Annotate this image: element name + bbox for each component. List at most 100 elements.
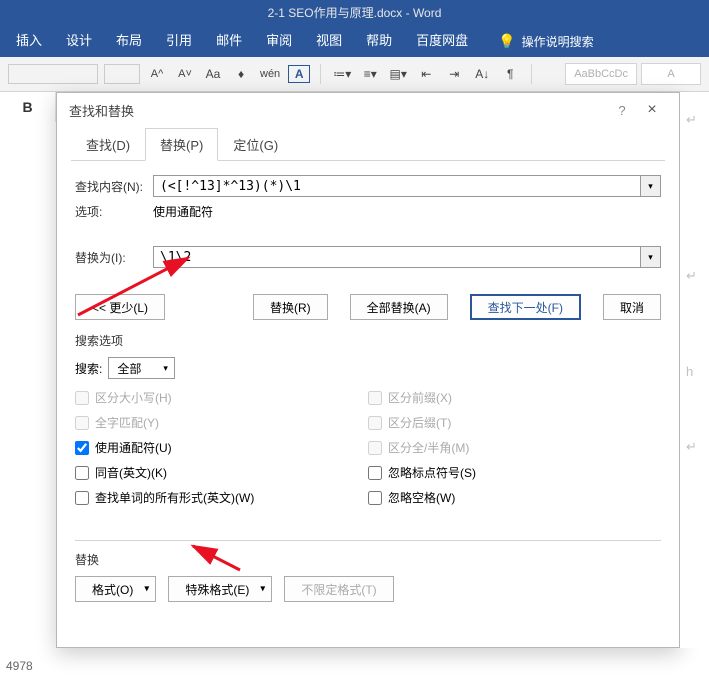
search-direction-row: 搜索: 全部 ▾ (75, 357, 661, 379)
tab-goto[interactable]: 定位(G) (218, 128, 293, 161)
tab-find[interactable]: 查找(D) (71, 128, 145, 161)
checkbox (75, 391, 89, 405)
paragraph-marks-icon[interactable]: ¶ (499, 63, 521, 85)
dialog-help-button[interactable]: ? (607, 103, 637, 118)
format-buttons: 格式(O) 特殊格式(E) 不限定格式(T) (75, 576, 661, 602)
style-box[interactable]: AaBbCcDc (565, 63, 637, 85)
checkbox[interactable] (75, 491, 89, 505)
sort-icon[interactable]: A↓ (471, 63, 493, 85)
check-col-right: 区分前缀(X) 区分后缀(T) 区分全/半角(M) 忽略标点符号(S) 忽略空格… (368, 389, 661, 506)
checkbox-label: 区分后缀(T) (388, 414, 451, 431)
find-next-button[interactable]: 查找下一处(F) (470, 294, 581, 320)
replace-section-label: 替换 (75, 551, 661, 568)
ribbon-tab-help[interactable]: 帮助 (354, 25, 404, 57)
paragraph-mark-icon: ↵ (686, 268, 709, 284)
option-label: 选项: (75, 203, 153, 220)
tell-me-search[interactable]: 💡 操作说明搜索 (488, 33, 603, 50)
replace-input[interactable] (153, 246, 641, 268)
checkbox-label: 查找单词的所有形式(英文)(W) (95, 489, 254, 506)
replace-all-button[interactable]: 全部替换(A) (350, 294, 448, 320)
ribbon-tab-insert[interactable]: 插入 (4, 25, 54, 57)
find-row: 查找内容(N): ▾ (75, 175, 661, 197)
tab-replace[interactable]: 替换(P) (145, 128, 218, 161)
check-columns: 区分大小写(H) 全字匹配(Y) 使用通配符(U) 同音(英文)(K) 查找单词… (75, 389, 661, 506)
find-label: 查找内容(N): (75, 178, 153, 195)
check-ignore-space[interactable]: 忽略空格(W) (368, 489, 661, 506)
separator (320, 64, 321, 84)
font-box[interactable] (8, 64, 98, 84)
dialog-titlebar[interactable]: 查找和替换 ? × (57, 93, 679, 127)
find-input[interactable] (153, 175, 641, 197)
checkbox (75, 416, 89, 430)
document-background: ↵ ↵ h ↵ (680, 92, 709, 648)
bold-button[interactable]: B (0, 92, 56, 122)
find-dropdown-button[interactable]: ▾ (641, 175, 661, 197)
checkbox-label: 区分前缀(X) (388, 389, 452, 406)
check-col-left: 区分大小写(H) 全字匹配(Y) 使用通配符(U) 同音(英文)(K) 查找单词… (75, 389, 368, 506)
check-all-word-forms[interactable]: 查找单词的所有形式(英文)(W) (75, 489, 368, 506)
checkbox[interactable] (75, 441, 89, 455)
shrink-font-icon[interactable]: A˅ (174, 63, 196, 85)
no-format-button: 不限定格式(T) (284, 576, 393, 602)
font-size-box[interactable] (104, 64, 140, 84)
checkbox-label: 使用通配符(U) (95, 439, 172, 456)
option-value: 使用通配符 (153, 203, 213, 220)
ribbon-tab-references[interactable]: 引用 (154, 25, 204, 57)
multilevel-icon[interactable]: ▤▾ (387, 63, 409, 85)
checkbox (368, 416, 382, 430)
search-direction-select[interactable]: 全部 ▾ (108, 357, 175, 379)
style-box[interactable]: A (641, 63, 701, 85)
checkbox-label: 区分全/半角(M) (388, 439, 469, 456)
check-match-case: 区分大小写(H) (75, 389, 368, 406)
ribbon-tab-mail[interactable]: 邮件 (204, 25, 254, 57)
dialog-body: 查找内容(N): ▾ 选项: 使用通配符 替换为(I): ▾ << 更少(L) … (57, 161, 679, 606)
ribbon-tab-review[interactable]: 审阅 (254, 25, 304, 57)
character-border-icon[interactable]: A (288, 65, 310, 83)
dialog-title-label: 查找和替换 (69, 101, 134, 120)
grow-font-icon[interactable]: A^ (146, 63, 168, 85)
ribbon-tab-baidu[interactable]: 百度网盘 (404, 25, 480, 57)
separator (531, 64, 532, 84)
doc-text: h (686, 364, 709, 379)
checkbox-label: 同音(英文)(K) (95, 464, 167, 481)
indent-left-icon[interactable]: ⇤ (415, 63, 437, 85)
checkbox-label: 忽略空格(W) (388, 489, 455, 506)
title-bar: 2-1 SEO作用与原理.docx - Word (0, 0, 709, 25)
check-whole-word: 全字匹配(Y) (75, 414, 368, 431)
check-sounds-like[interactable]: 同音(英文)(K) (75, 464, 368, 481)
cancel-button[interactable]: 取消 (603, 294, 661, 320)
ribbon-tab-view[interactable]: 视图 (304, 25, 354, 57)
change-case-icon[interactable]: Aa (202, 63, 224, 85)
dialog-close-button[interactable]: × (637, 101, 667, 119)
button-row: << 更少(L) 替换(R) 全部替换(A) 查找下一处(F) 取消 (75, 294, 661, 320)
checkbox[interactable] (75, 466, 89, 480)
replace-dropdown-button[interactable]: ▾ (641, 246, 661, 268)
replace-button[interactable]: 替换(R) (253, 294, 328, 320)
phonetic-guide-icon[interactable]: wén (258, 63, 282, 85)
checkbox[interactable] (368, 491, 382, 505)
clear-format-icon[interactable]: ♦ (230, 63, 252, 85)
numbering-icon[interactable]: ≡▾ (359, 63, 381, 85)
document-title: 2-1 SEO作用与原理.docx - Word (268, 4, 442, 21)
check-use-wildcards[interactable]: 使用通配符(U) (75, 439, 368, 456)
status-words: 4978 (6, 659, 33, 673)
bullets-icon[interactable]: ≔▾ (331, 63, 353, 85)
checkbox-label: 全字匹配(Y) (95, 414, 159, 431)
checkbox (368, 391, 382, 405)
search-direction-label: 搜索: (75, 360, 102, 377)
bold-label: B (22, 99, 32, 115)
check-ignore-punct[interactable]: 忽略标点符号(S) (368, 464, 661, 481)
checkbox[interactable] (368, 466, 382, 480)
search-options-label: 搜索选项 (75, 332, 661, 349)
check-fullhalf: 区分全/半角(M) (368, 439, 661, 456)
special-format-button[interactable]: 特殊格式(E) (168, 576, 272, 602)
divider (75, 540, 661, 541)
less-button[interactable]: << 更少(L) (75, 294, 165, 320)
dialog-tabs: 查找(D) 替换(P) 定位(G) (71, 127, 665, 161)
format-button[interactable]: 格式(O) (75, 576, 156, 602)
tell-me-label: 操作说明搜索 (522, 33, 594, 50)
ribbon-tab-layout[interactable]: 布局 (104, 25, 154, 57)
search-direction-value: 全部 (117, 360, 141, 377)
ribbon-tab-design[interactable]: 设计 (54, 25, 104, 57)
indent-right-icon[interactable]: ⇥ (443, 63, 465, 85)
